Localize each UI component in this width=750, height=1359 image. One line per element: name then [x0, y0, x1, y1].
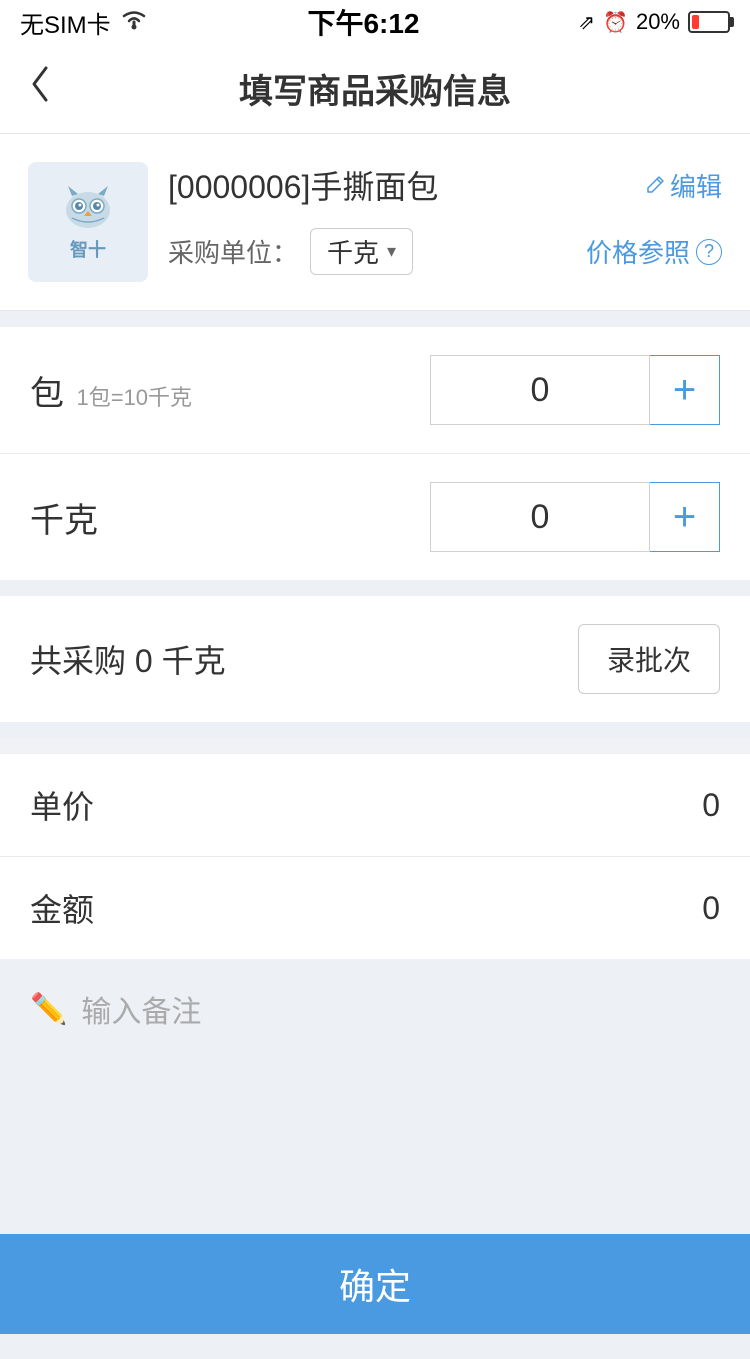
bag-sublabel: 1包=10千克	[76, 385, 192, 410]
record-batch-button[interactable]: 录批次	[578, 624, 720, 694]
unit-row: 采购单位： 千克 ▾ 价格参照 ?	[168, 228, 722, 275]
quantity-label-kg: 千克	[30, 493, 98, 542]
page-title: 填写商品采购信息	[239, 64, 511, 113]
unit-price-value: 0	[702, 787, 720, 824]
amount-row: 金额 0	[0, 857, 750, 959]
unit-price-label: 单价	[30, 782, 94, 828]
alarm-icon: ⏰	[603, 10, 628, 35]
bag-input-group: +	[430, 355, 720, 425]
product-full-name: [0000006]手撕面包	[168, 162, 438, 208]
edit-label: 编辑	[670, 167, 722, 204]
notes-placeholder: 输入备注	[81, 987, 201, 1031]
product-info: [0000006]手撕面包 编辑 采购单位： 千克 ▾ 价格参照 ?	[168, 162, 722, 275]
product-image-inner: 智十	[58, 182, 118, 262]
pencil-icon: ✏️	[30, 992, 67, 1027]
price-section: 单价 0 金额 0	[0, 754, 750, 959]
kg-label: 千克	[30, 502, 98, 540]
status-left: 无SIM卡	[20, 5, 149, 40]
kg-quantity-input[interactable]	[430, 482, 650, 552]
unit-label: 采购单位：	[168, 233, 298, 270]
amount-value: 0	[702, 890, 720, 927]
quantity-section: 包 1包=10千克 + 千克 +	[0, 327, 750, 580]
battery-icon	[688, 11, 730, 33]
kg-input-group: +	[430, 482, 720, 552]
bag-label: 包	[30, 375, 64, 413]
notes-section[interactable]: ✏️ 输入备注	[0, 959, 750, 1059]
total-label: 共采购 0 千克	[30, 636, 226, 682]
product-card: 智十 [0000006]手撕面包 编辑 采购单位： 千克 ▾	[0, 134, 750, 311]
section-divider-1	[0, 311, 750, 327]
confirm-label: 确定	[339, 1258, 411, 1310]
status-time: 下午6:12	[307, 2, 419, 42]
status-bar: 无SIM卡 下午6:12 ⇗ ⏰ 20%	[0, 0, 750, 44]
confirm-button[interactable]: 确定	[0, 1234, 750, 1334]
owl-logo-icon	[58, 182, 118, 232]
section-divider-3	[0, 722, 750, 738]
quantity-label-bag: 包 1包=10千克	[30, 366, 192, 415]
nav-bar: 填写商品采购信息	[0, 44, 750, 134]
carrier-text: 无SIM卡	[20, 5, 111, 40]
chevron-down-icon: ▾	[387, 241, 396, 262]
bag-plus-button[interactable]: +	[650, 355, 720, 425]
product-name-row: [0000006]手撕面包 编辑	[168, 162, 722, 208]
edit-button[interactable]: 编辑	[644, 167, 722, 204]
kg-plus-button[interactable]: +	[650, 482, 720, 552]
product-image: 智十	[28, 162, 148, 282]
price-ref-button[interactable]: 价格参照 ?	[586, 233, 722, 270]
price-ref-label: 价格参照	[586, 233, 690, 270]
section-divider-2	[0, 580, 750, 596]
total-row: 共采购 0 千克 录批次	[0, 596, 750, 722]
status-right: ⇗ ⏰ 20%	[578, 9, 730, 35]
back-button[interactable]	[28, 64, 52, 113]
battery-percent: 20%	[636, 9, 680, 35]
unit-price-row: 单价 0	[0, 754, 750, 857]
unit-value: 千克	[327, 233, 379, 270]
brand-text: 智十	[70, 236, 106, 262]
bag-quantity-input[interactable]	[430, 355, 650, 425]
edit-icon	[644, 174, 666, 196]
unit-select[interactable]: 千克 ▾	[310, 228, 413, 275]
wifi-icon	[119, 8, 149, 37]
quantity-row-bag: 包 1包=10千克 +	[0, 327, 750, 454]
help-icon: ?	[696, 239, 722, 265]
amount-label: 金额	[30, 885, 94, 931]
quantity-row-kg: 千克 +	[0, 454, 750, 580]
location-icon: ⇗	[578, 10, 595, 35]
